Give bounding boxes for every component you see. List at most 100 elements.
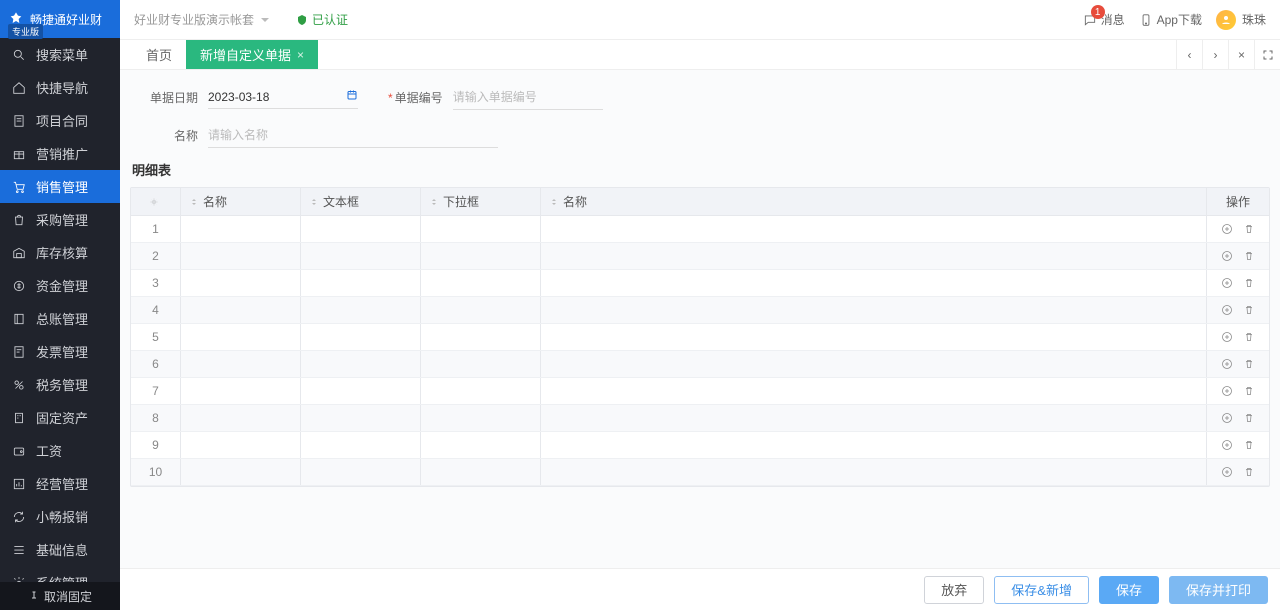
- delete-row-icon[interactable]: [1243, 466, 1255, 478]
- delete-row-icon[interactable]: [1243, 358, 1255, 370]
- col-name[interactable]: 名称: [181, 188, 301, 215]
- unpin-button[interactable]: 取消固定: [0, 582, 120, 610]
- table-row[interactable]: 8: [131, 405, 1269, 432]
- table-row[interactable]: 6: [131, 351, 1269, 378]
- cell-name2[interactable]: [541, 459, 1207, 485]
- sidebar-item-biz[interactable]: 经营管理: [0, 467, 120, 500]
- delete-row-icon[interactable]: [1243, 412, 1255, 424]
- table-row[interactable]: 10: [131, 459, 1269, 486]
- add-row-icon[interactable]: [1221, 358, 1233, 370]
- cell-name[interactable]: [181, 351, 301, 377]
- sidebar-item-asset[interactable]: 固定资产: [0, 401, 120, 434]
- sidebar-item-marketing[interactable]: 营销推广: [0, 137, 120, 170]
- cell-textbox[interactable]: [301, 297, 421, 323]
- sidebar-item-funds[interactable]: 资金管理: [0, 269, 120, 302]
- add-row-icon[interactable]: [1221, 412, 1233, 424]
- sidebar-item-purchase[interactable]: 采购管理: [0, 203, 120, 236]
- cell-name[interactable]: [181, 243, 301, 269]
- discard-button[interactable]: 放弃: [924, 576, 984, 604]
- sidebar-item-contract[interactable]: 项目合同: [0, 104, 120, 137]
- cell-name2[interactable]: [541, 216, 1207, 242]
- add-row-icon[interactable]: [1221, 385, 1233, 397]
- cell-name[interactable]: [181, 216, 301, 242]
- table-row[interactable]: 7: [131, 378, 1269, 405]
- add-row-icon[interactable]: [1221, 304, 1233, 316]
- account-selector[interactable]: 好业财专业版演示帐套: [134, 11, 270, 28]
- table-row[interactable]: 2: [131, 243, 1269, 270]
- col-dropdown[interactable]: 下拉框: [421, 188, 541, 215]
- cell-dropdown[interactable]: [421, 378, 541, 404]
- sidebar-item-reimb[interactable]: 小畅报销: [0, 500, 120, 533]
- add-row-icon[interactable]: [1221, 466, 1233, 478]
- cell-name2[interactable]: [541, 243, 1207, 269]
- cell-name[interactable]: [181, 459, 301, 485]
- cell-textbox[interactable]: [301, 405, 421, 431]
- cell-dropdown[interactable]: [421, 351, 541, 377]
- save-button[interactable]: 保存: [1099, 576, 1159, 604]
- cell-dropdown[interactable]: [421, 243, 541, 269]
- cell-name[interactable]: [181, 270, 301, 296]
- delete-row-icon[interactable]: [1243, 331, 1255, 343]
- table-row[interactable]: 1: [131, 216, 1269, 243]
- sidebar-item-quicknav[interactable]: 快捷导航: [0, 71, 120, 104]
- cell-name2[interactable]: [541, 432, 1207, 458]
- tab-home[interactable]: 首页: [132, 40, 186, 69]
- delete-row-icon[interactable]: [1243, 277, 1255, 289]
- cell-textbox[interactable]: [301, 243, 421, 269]
- table-row[interactable]: 5: [131, 324, 1269, 351]
- sidebar-item-sales[interactable]: 销售管理: [0, 170, 120, 203]
- cell-textbox[interactable]: [301, 459, 421, 485]
- close-tab-icon[interactable]: ×: [297, 48, 304, 62]
- cell-textbox[interactable]: [301, 351, 421, 377]
- calendar-icon[interactable]: [346, 89, 358, 104]
- cell-textbox[interactable]: [301, 324, 421, 350]
- sidebar-item-basic[interactable]: 基础信息: [0, 533, 120, 566]
- cell-textbox[interactable]: [301, 378, 421, 404]
- cell-name[interactable]: [181, 378, 301, 404]
- tab-close-button[interactable]: ×: [1228, 40, 1254, 70]
- sidebar-item-system[interactable]: 系统管理: [0, 566, 120, 582]
- fullscreen-button[interactable]: [1254, 40, 1280, 70]
- name-input[interactable]: 请输入名称: [208, 122, 498, 148]
- add-row-icon[interactable]: [1221, 331, 1233, 343]
- cell-name[interactable]: [181, 297, 301, 323]
- cell-dropdown[interactable]: [421, 216, 541, 242]
- add-row-icon[interactable]: [1221, 250, 1233, 262]
- cell-textbox[interactable]: [301, 432, 421, 458]
- save-and-new-button[interactable]: 保存&新增: [994, 576, 1089, 604]
- sidebar-item-tax[interactable]: 税务管理: [0, 368, 120, 401]
- tab-next-button[interactable]: ›: [1202, 40, 1228, 70]
- number-input[interactable]: 请输入单据编号: [453, 84, 603, 110]
- sidebar-item-salary[interactable]: 工资: [0, 434, 120, 467]
- tab-prev-button[interactable]: ‹: [1176, 40, 1202, 70]
- cell-dropdown[interactable]: [421, 297, 541, 323]
- add-row-icon[interactable]: [1221, 223, 1233, 235]
- delete-row-icon[interactable]: [1243, 223, 1255, 235]
- app-download-button[interactable]: App下载: [1139, 11, 1202, 28]
- col-textbox[interactable]: 文本框: [301, 188, 421, 215]
- cell-name[interactable]: [181, 405, 301, 431]
- table-row[interactable]: 3: [131, 270, 1269, 297]
- col-name2[interactable]: 名称: [541, 188, 1207, 215]
- add-row-icon[interactable]: [1221, 439, 1233, 451]
- delete-row-icon[interactable]: [1243, 439, 1255, 451]
- user-menu[interactable]: 珠珠: [1216, 10, 1266, 30]
- cell-name[interactable]: [181, 432, 301, 458]
- cell-dropdown[interactable]: [421, 432, 541, 458]
- cell-name2[interactable]: [541, 378, 1207, 404]
- cell-dropdown[interactable]: [421, 405, 541, 431]
- cell-name2[interactable]: [541, 324, 1207, 350]
- date-input[interactable]: 2023-03-18: [208, 86, 358, 109]
- cell-textbox[interactable]: [301, 270, 421, 296]
- cell-dropdown[interactable]: [421, 324, 541, 350]
- cell-name2[interactable]: [541, 405, 1207, 431]
- messages-button[interactable]: 消息 1: [1083, 11, 1125, 28]
- cell-dropdown[interactable]: [421, 270, 541, 296]
- cell-dropdown[interactable]: [421, 459, 541, 485]
- add-row-icon[interactable]: [1221, 277, 1233, 289]
- sidebar-item-invoice[interactable]: 发票管理: [0, 335, 120, 368]
- delete-row-icon[interactable]: [1243, 385, 1255, 397]
- table-settings-button[interactable]: [131, 188, 181, 215]
- cell-name2[interactable]: [541, 297, 1207, 323]
- table-row[interactable]: 4: [131, 297, 1269, 324]
